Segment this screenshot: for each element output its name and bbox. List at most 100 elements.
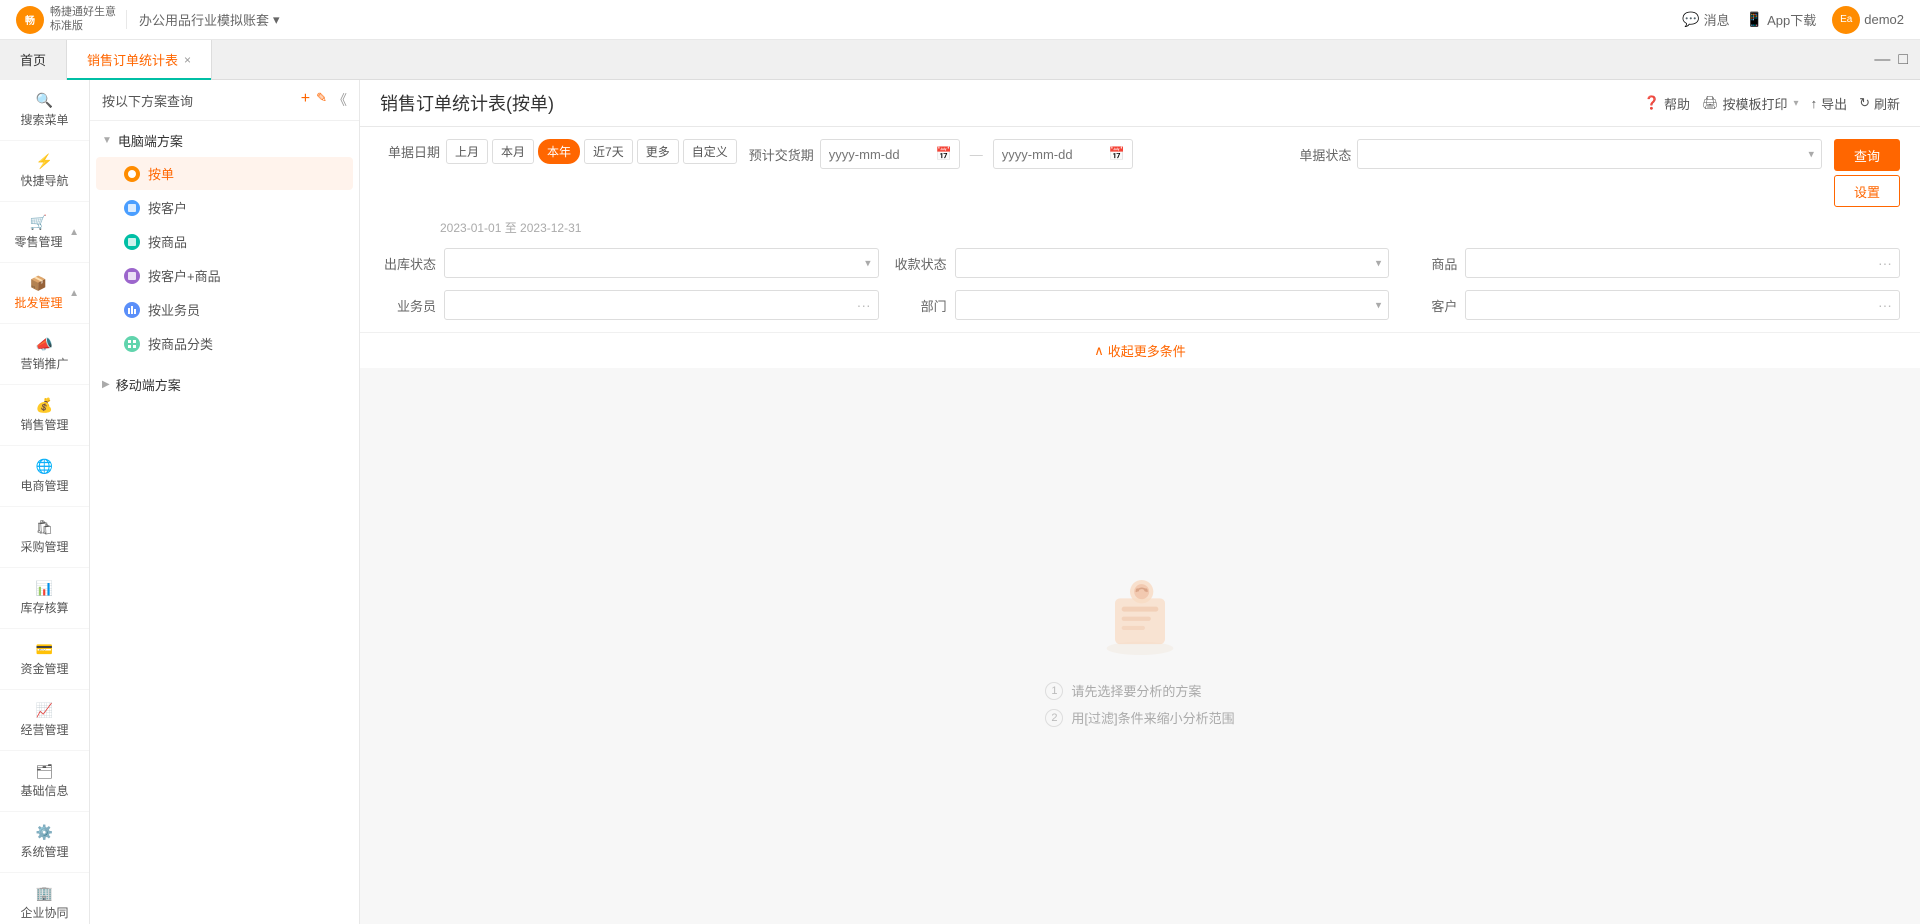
tab-home[interactable]: 首页 [0, 40, 67, 80]
sidebar-inventory-label: 库存核算 [20, 599, 68, 616]
settings-button[interactable]: 设置 [1834, 175, 1900, 207]
sidebar-item-inventory[interactable]: 📊 库存核算 [0, 568, 89, 629]
minimize-icon[interactable]: — [1874, 51, 1890, 69]
sidebar-item-retail[interactable]: 🛒 零售管理 ▲ [0, 202, 89, 263]
add-scheme-button[interactable]: + [301, 90, 310, 110]
sidebar-item-marketing[interactable]: 📣 营销推广 [0, 324, 89, 385]
sidebar-item-basic[interactable]: 🗂 基础信息 [0, 751, 89, 812]
message-button[interactable]: 💬 消息 [1682, 10, 1729, 29]
sidebar-purchase-label: 采购管理 [20, 538, 68, 555]
scheme-label-salesperson: 按业务员 [148, 300, 200, 319]
app-selector[interactable]: 办公用品行业模拟账套 ▾ [126, 10, 280, 29]
logo-icon: 畅 [16, 6, 44, 34]
sidebar-item-finance[interactable]: 💳 资金管理 [0, 629, 89, 690]
query-button[interactable]: 查询 [1834, 139, 1900, 171]
scheme-item-by-customer-goods[interactable]: 按客户+商品 [96, 259, 353, 292]
help-label: 帮助 [1664, 94, 1690, 113]
tab-close-icon[interactable]: × [184, 53, 191, 67]
collapse-panel-button[interactable]: 《 [333, 90, 347, 110]
date-btn-thismonth[interactable]: 本月 [492, 139, 534, 164]
sidebar-item-sales[interactable]: 💰 销售管理 [0, 385, 89, 446]
scheme-item-by-order[interactable]: 按单 [96, 157, 353, 190]
scheme-parent-pc[interactable]: ▼ 电脑端方案 [90, 125, 359, 156]
expected-date-label: 预计交货期 [749, 145, 814, 164]
sidebar-item-operation[interactable]: 📈 经营管理 [0, 690, 89, 751]
top-bar: 畅 畅捷通好生意 标准版 办公用品行业模拟账套 ▾ 💬 消息 📱 App下载 E… [0, 0, 1920, 40]
salesperson-input[interactable] [444, 290, 879, 320]
logo-text: 畅捷通好生意 标准版 [50, 6, 116, 32]
date-btn-custom[interactable]: 自定义 [683, 139, 737, 164]
retail-icon: 🛒 [30, 214, 47, 231]
goods-input-wrap: ··· [1465, 248, 1900, 278]
sidebar-operation-label: 经营管理 [20, 721, 68, 738]
maximize-icon[interactable]: □ [1898, 51, 1908, 69]
sidebar-item-enterprise[interactable]: 🏢 企业协同 [0, 873, 89, 924]
left-panel: 按以下方案查询 + ✎ 《 ▼ 电脑端方案 按单 [90, 80, 360, 924]
sidebar-item-wholesale[interactable]: 📦 批发管理 ▲ [0, 263, 89, 324]
tab-bar: 首页 销售订单统计表 × — □ [0, 40, 1920, 80]
pc-section-label: 电脑端方案 [118, 131, 183, 150]
sidebar-item-ecommerce[interactable]: 🌐 电商管理 [0, 446, 89, 507]
scheme-item-by-salesperson[interactable]: 按业务员 [96, 293, 353, 326]
scheme-parent-mobile[interactable]: ▶ 移动端方案 [90, 369, 359, 400]
dept-cell: 部门 ▾ [891, 290, 1390, 320]
avatar: Ea [1832, 6, 1860, 34]
collapse-label: 收起更多条件 [1108, 341, 1186, 360]
goods-ellipsis-icon[interactable]: ··· [1878, 255, 1892, 271]
chevron-down-icon: ▾ [273, 12, 280, 28]
goods-input[interactable] [1465, 248, 1900, 278]
tip-num-1: 1 [1045, 682, 1063, 700]
empty-tips: 1 请先选择要分析的方案 2 用[过滤]条件来缩小分析范围 [1045, 681, 1234, 727]
customer-input[interactable] [1465, 290, 1900, 320]
date-btn-7days[interactable]: 近7天 [584, 139, 633, 164]
export-button[interactable]: ↑ 导出 [1811, 94, 1848, 113]
collapse-bar[interactable]: ∧ 收起更多条件 [360, 332, 1920, 368]
sidebar-item-search[interactable]: 🔍 搜索菜单 [0, 80, 89, 141]
top-bar-left: 畅 畅捷通好生意 标准版 办公用品行业模拟账套 ▾ [16, 6, 280, 34]
sidebar-item-system[interactable]: ⚙️ 系统管理 [0, 812, 89, 873]
help-button[interactable]: ❓ 帮助 [1644, 94, 1690, 113]
filter-row-2: 出库状态 ▾ 收款状态 [380, 248, 1900, 278]
edit-scheme-button[interactable]: ✎ [316, 90, 327, 110]
finance-icon: 💳 [36, 641, 53, 658]
left-panel-header: 按以下方案查询 + ✎ 《 [90, 80, 359, 121]
scheme-item-by-category[interactable]: 按商品分类 [96, 327, 353, 360]
salesperson-ellipsis-icon[interactable]: ··· [857, 297, 871, 313]
dept-select[interactable] [955, 290, 1390, 320]
purchase-icon: 🛍 [36, 519, 54, 536]
payment-cell: 收款状态 ▾ [891, 248, 1390, 278]
empty-tip-1: 1 请先选择要分析的方案 [1045, 681, 1234, 700]
date-btn-thisyear[interactable]: 本年 [538, 139, 580, 164]
refresh-button[interactable]: ↻ 刷新 [1859, 94, 1900, 113]
scheme-label-customer-goods: 按客户+商品 [148, 266, 221, 285]
date-range-display: 2023-01-01 至 2023-12-31 [440, 219, 581, 236]
scheme-item-by-customer[interactable]: 按客户 [96, 191, 353, 224]
print-label: 按模板打印 [1723, 94, 1788, 113]
customer-cell: 客户 ··· [1401, 290, 1900, 320]
wholesale-icon: 📦 [30, 275, 47, 292]
tab-active-label: 销售订单统计表 [87, 50, 178, 69]
tab-sales-stats[interactable]: 销售订单统计表 × [67, 40, 212, 80]
outbound-select[interactable] [444, 248, 879, 278]
app-download-button[interactable]: 📱 App下载 [1746, 10, 1817, 29]
sidebar-finance-label: 资金管理 [20, 660, 68, 677]
customer-ellipsis-icon[interactable]: ··· [1878, 297, 1892, 313]
sidebar-item-quicknav[interactable]: ⚡ 快捷导航 [0, 141, 89, 202]
payment-select[interactable] [955, 248, 1390, 278]
sidebar-item-purchase[interactable]: 🛍 采购管理 [0, 507, 89, 568]
print-dropdown-icon[interactable]: ▾ [1794, 98, 1799, 109]
top-bar-right: 💬 消息 📱 App下载 Ea demo2 [1682, 6, 1904, 34]
status-select[interactable] [1357, 139, 1822, 169]
date-btn-lastmonth[interactable]: 上月 [446, 139, 488, 164]
user-area[interactable]: Ea demo2 [1832, 6, 1904, 34]
help-icon: ❓ [1644, 95, 1660, 111]
scheme-label-customer: 按客户 [148, 198, 187, 217]
filter-section: 单据日期 上月 本月 本年 近7天 更多 自定义 [360, 127, 1920, 368]
app-download-label: App下载 [1767, 10, 1816, 29]
scheme-item-by-goods[interactable]: 按商品 [96, 225, 353, 258]
print-button[interactable]: 🖨 按模板打印 ▾ [1702, 94, 1799, 113]
user-name: demo2 [1864, 12, 1904, 27]
scheme-icon-customer [124, 200, 140, 216]
date-btn-more[interactable]: 更多 [637, 139, 679, 164]
customer-label: 客户 [1401, 296, 1457, 315]
